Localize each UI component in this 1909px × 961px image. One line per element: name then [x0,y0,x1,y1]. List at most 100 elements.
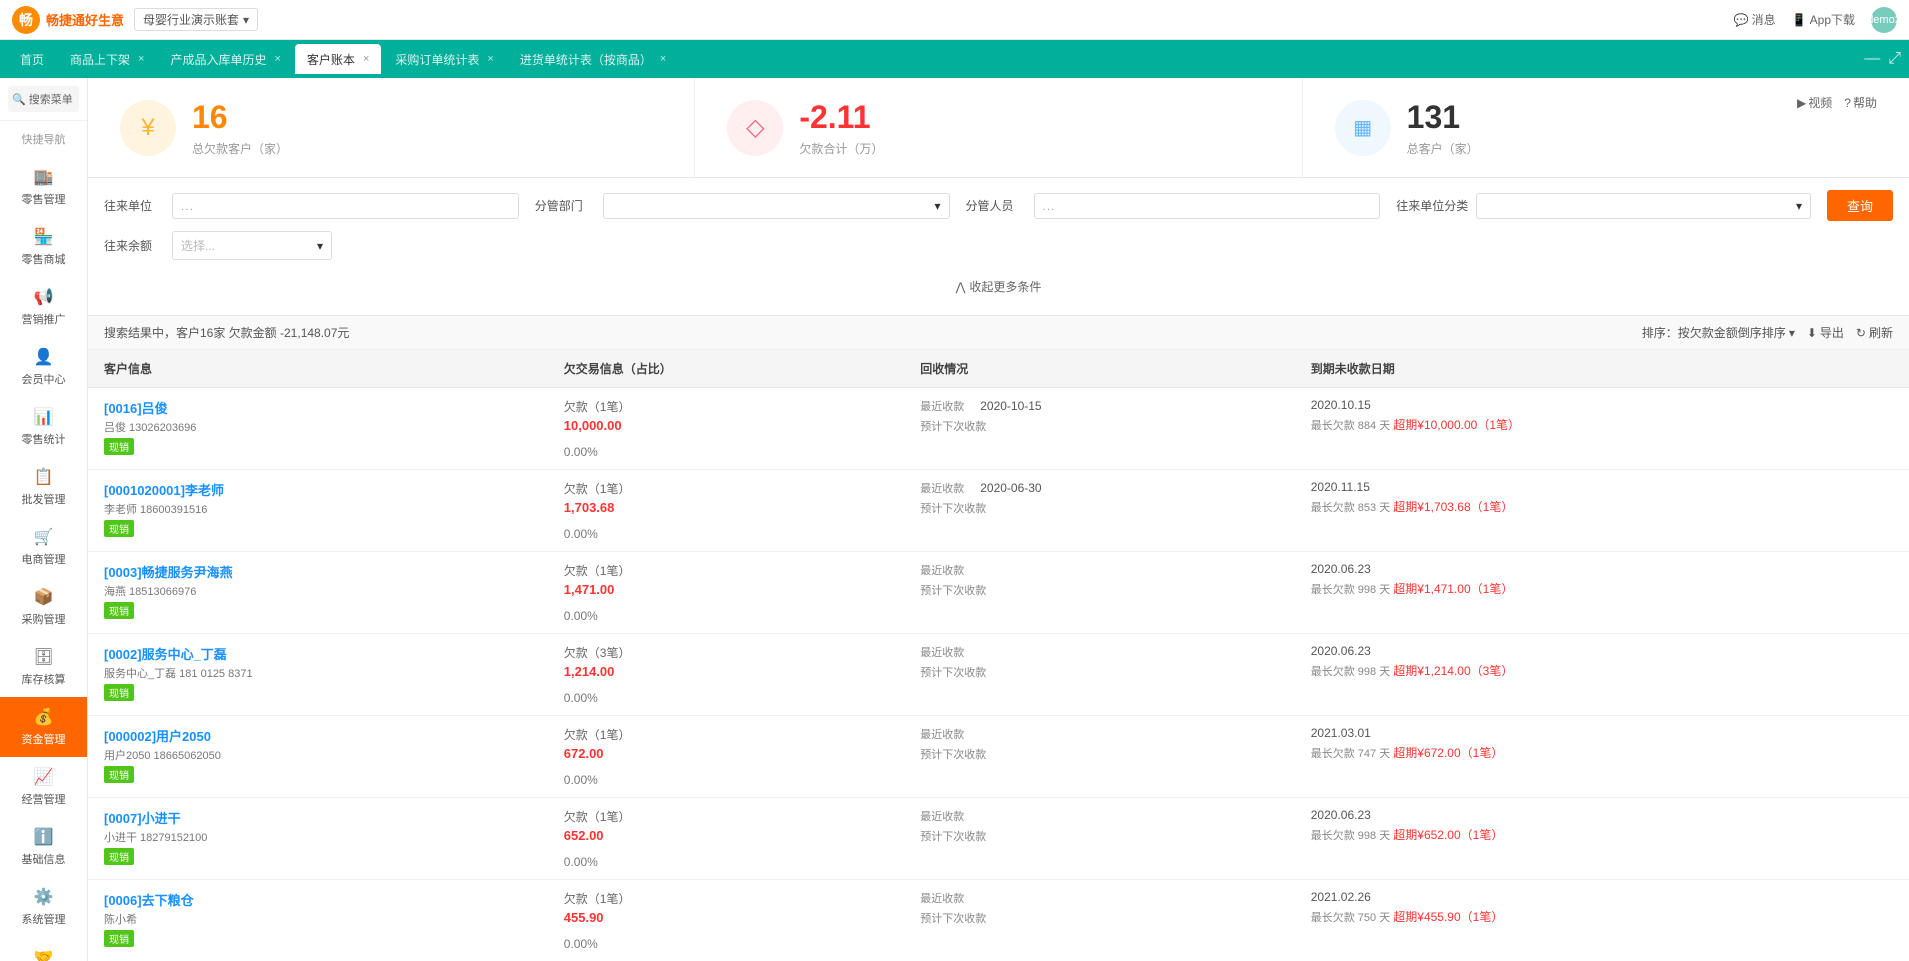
overdue-amount-link-4[interactable]: 超期¥672.00（1笔） [1393,746,1503,760]
tab-purchase-stat[interactable]: 采购订单统计表 × [383,44,505,74]
members-icon: 👤 [34,347,54,367]
cell-recovery-4: 最近收款 预计下次收款 [904,716,1295,798]
tab-incoming-stat[interactable]: 进货单统计表（按商品） × [508,44,678,74]
tab-product-history[interactable]: 产成品入库单历史 × [158,44,292,74]
overdue-days-0: 最长欠款 884 天 超期¥10,000.00（1笔） [1311,416,1893,433]
refresh-btn[interactable]: ↻ 刷新 [1856,324,1893,341]
sidebar-item-marketing[interactable]: 📢 营销推广 [0,277,87,337]
filter-person-input[interactable]: ... [1034,193,1381,219]
avatar[interactable]: demo2 [1871,7,1897,33]
customer-name-4[interactable]: [000002]用户2050 [104,729,211,744]
sidebar-item-basic-info[interactable]: ℹ️ 基础信息 [0,817,87,877]
overdue-amount-link-0[interactable]: 超期¥10,000.00（1笔） [1393,418,1520,432]
filter-dept-label: 分管部门 [535,197,595,214]
cell-recovery-1: 最近收款 2020-06-30 预计下次收款 [904,470,1295,552]
cell-recovery-5: 最近收款 预计下次收款 [904,798,1295,880]
enterprise-icon: 🤝 [34,947,54,961]
collapse-row: ⋀ 收起更多条件 [104,270,1893,303]
sidebar-item-capital-mgmt[interactable]: 💰 资金管理 [0,697,87,757]
result-actions: 排序：按欠款金额倒序排序 ▾ ⬇ 导出 ↻ 刷新 [1642,324,1893,341]
overdue-date-4: 2021.03.01 [1311,726,1893,740]
sidebar-item-members[interactable]: 👤 会员中心 [0,337,87,397]
help-btn[interactable]: ? 帮助 [1844,94,1877,111]
tab-expand-icon[interactable]: ⤢ [1888,51,1901,67]
sidebar-item-enterprise[interactable]: 🤝 企业协同 [0,937,87,961]
customer-contact-6: 陈小希 [104,911,532,927]
filter-supplier-input[interactable]: ... [172,193,519,219]
cell-customer-info-6: [0006]去下粮仓 陈小希 现销 [88,880,548,961]
sidebar-item-ecommerce[interactable]: 🛒 电商管理 [0,517,87,577]
cell-debt-info-1: 欠款（1笔） 1,703.68 0.00% [548,470,904,552]
tab-close-purchase-stat[interactable]: × [487,53,493,65]
help-icon: ? [1844,96,1851,110]
export-btn[interactable]: ⬇ 导出 [1807,324,1844,341]
cell-debt-info-3: 欠款（3笔） 1,214.00 0.00% [548,634,904,716]
tab-customer-account[interactable]: 客户账本 × [295,44,381,74]
sort-select[interactable]: 排序：按欠款金额倒序排序 ▾ [1642,324,1795,341]
customer-name-6[interactable]: [0006]去下粮仓 [104,893,194,908]
search-button[interactable]: 查询 [1827,190,1893,221]
nav-message[interactable]: 💬 消息 [1734,11,1776,28]
debt-count-0: 欠款（1笔） [564,398,888,415]
collapse-btn[interactable]: ⋀ 收起更多条件 [108,274,1889,299]
stat-card-debt-total: ◇ -2.11 欠款合计（万） [695,78,1302,177]
stat-value-debt-total: -2.11 [799,98,883,136]
filter-dept: 分管部门 ▾ [535,193,950,219]
tab-home[interactable]: 首页 [8,44,56,74]
filter-balance-label: 往来余额 [104,237,164,254]
sidebar-item-retail-mgmt[interactable]: 🏬 零售管理 [0,157,87,217]
customer-name-0[interactable]: [0016]吕俊 [104,401,168,416]
table-row: [0007]小进干 小进干 18279152100 现销 欠款（1笔） 652.… [88,798,1909,880]
overdue-amount-link-3[interactable]: 超期¥1,214.00（3笔） [1393,664,1513,678]
video-help-btn[interactable]: ▶ 视频 [1797,94,1832,111]
tab-minimize-icon[interactable]: — [1864,51,1880,67]
debt-amount-2: 1,471.00 [564,582,888,597]
customer-name-1[interactable]: [0001020001]李老师 [104,483,224,498]
sidebar-item-batch-mgmt[interactable]: 📋 批发管理 [0,457,87,517]
tab-close-customer-account[interactable]: × [363,53,369,65]
cell-recovery-2: 最近收款 预计下次收款 [904,552,1295,634]
filter-category-select[interactable]: ▾ [1476,193,1811,219]
filter-balance-select[interactable]: 选择... ▾ [172,231,332,260]
stat-actions: ▶ 视频 ? 帮助 [1797,78,1877,111]
cell-due-date-3: 2020.06.23 最长欠款 998 天 超期¥1,214.00（3笔） [1295,634,1909,716]
tab-product-status[interactable]: 商品上下架 × [58,44,156,74]
tab-close-product-history[interactable]: × [274,53,280,65]
overdue-amount-link-5[interactable]: 超期¥652.00（1笔） [1393,828,1503,842]
overdue-date-1: 2020.11.15 [1311,480,1893,494]
customer-name-3[interactable]: [0002]服务中心_丁磊 [104,647,227,662]
customer-name-5[interactable]: [0007]小进干 [104,811,181,826]
overdue-days-3: 最长欠款 998 天 超期¥1,214.00（3笔） [1311,662,1893,679]
sidebar-item-retail-stat[interactable]: 📊 零售统计 [0,397,87,457]
filter-dept-select[interactable]: ▾ [603,193,950,219]
overdue-amount-link-1[interactable]: 超期¥1,703.68（1笔） [1393,500,1513,514]
sidebar-item-inventory[interactable]: 🗄 库存核算 [0,637,87,697]
customer-tag-6: 现销 [104,930,134,947]
overdue-amount-link-6[interactable]: 超期¥455.90（1笔） [1393,910,1503,924]
chevron-down-icon-dept: ▾ [934,199,940,213]
cell-customer-info-3: [0002]服务中心_丁磊 服务中心_丁磊 181 0125 8371 现销 [88,634,548,716]
sidebar-item-system[interactable]: ⚙️ 系统管理 [0,877,87,937]
tab-close-incoming-stat[interactable]: × [660,53,666,65]
sidebar-search-btn[interactable]: 🔍 搜索菜单 [8,86,79,112]
customer-contact-5: 小进干 18279152100 [104,829,532,845]
stat-info-debt-total: -2.11 欠款合计（万） [799,98,883,157]
company-selector[interactable]: 母婴行业演示账套 ▾ [134,8,258,31]
cell-recovery-6: 最近收款 预计下次收款 [904,880,1295,961]
tab-close-product-status[interactable]: × [138,53,144,65]
cell-customer-info-4: [000002]用户2050 用户2050 18665062050 现销 [88,716,548,798]
customer-tag-2: 现销 [104,602,134,619]
th-customer-info: 客户信息 [88,350,548,388]
customer-name-2[interactable]: [0003]畅捷服务尹海燕 [104,565,233,580]
debt-count-4: 欠款（1笔） [564,726,888,743]
last-recv-date-0: 2020-10-15 [980,399,1041,413]
nav-app-download[interactable]: 📱 App下载 [1792,11,1855,28]
stat-label-debt-total: 欠款合计（万） [799,140,883,157]
overdue-date-5: 2020.06.23 [1311,808,1893,822]
sidebar-item-operation[interactable]: 📈 经营管理 [0,757,87,817]
overdue-amount-link-2[interactable]: 超期¥1,471.00（1笔） [1393,582,1513,596]
sidebar-item-retail-mall[interactable]: 🏪 零售商城 [0,217,87,277]
cell-debt-info-4: 欠款（1笔） 672.00 0.00% [548,716,904,798]
sidebar-item-purchase-mgmt[interactable]: 📦 采购管理 [0,577,87,637]
next-recv-label-2: 预计下次收款 [920,582,1279,598]
